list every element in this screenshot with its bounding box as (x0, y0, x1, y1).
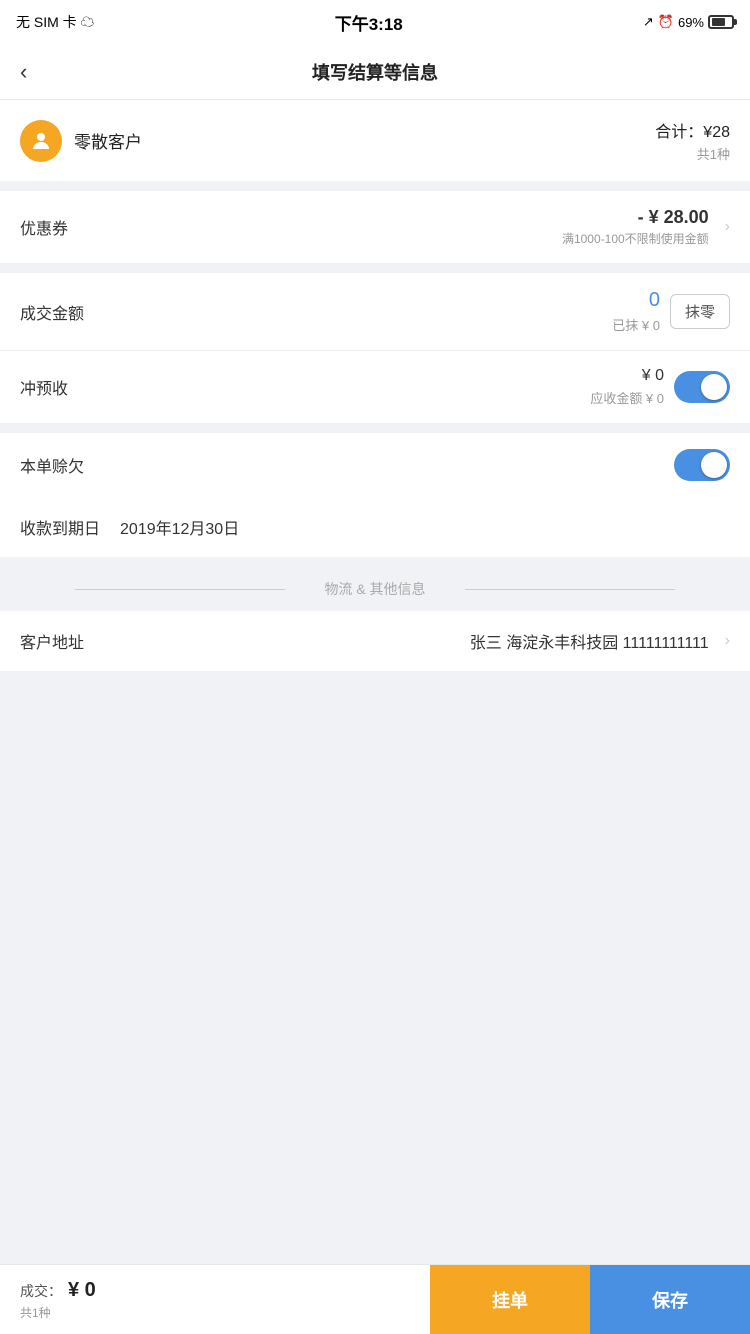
address-value: 张三 海淀永丰科技园 11111111111 (470, 629, 709, 653)
status-time: 下午3:18 (335, 10, 403, 35)
save-button[interactable]: 保存 (590, 1265, 750, 1334)
prepayment-row: 冲预收 ¥ 0 应收金额 ¥ 0 (0, 350, 750, 423)
content-area: 零散客户 合计：¥28 共1种 优惠券 - ¥ 28.00 满1000-100不… (0, 100, 750, 961)
customer-name: 零散客户 (74, 128, 142, 153)
coupon-row[interactable]: 优惠券 - ¥ 28.00 满1000-100不限制使用金额 › (0, 191, 750, 263)
credit-toggle[interactable] (674, 449, 730, 481)
customer-section: 零散客户 合计：¥28 共1种 (0, 100, 750, 181)
bottom-padding (0, 881, 750, 961)
hold-button[interactable]: 挂单 (430, 1265, 590, 1334)
prepayment-amount: ¥ 0 (642, 367, 664, 385)
credit-right (674, 449, 730, 481)
customer-total: 合计：¥28 共1种 (655, 118, 730, 163)
deal-section: 成交金额 已抹 ¥ 0 抹零 冲预收 ¥ 0 应收金额 ¥ 0 (0, 273, 750, 423)
due-date-row: 收款到期日 2019年12月30日 (0, 497, 750, 557)
due-date-label: 收款到期日 (20, 515, 100, 539)
address-chevron-icon: › (725, 632, 730, 650)
logistics-label: 物流 & 其他信息 (324, 581, 425, 597)
footer-deal-amount: ¥ 0 (68, 1279, 96, 1302)
empty-area (0, 681, 750, 881)
status-left: 无 SIM 卡 ☁ (16, 12, 95, 32)
address-label: 客户地址 (20, 629, 84, 653)
prepayment-toggle[interactable] (674, 371, 730, 403)
toggle-knob (701, 374, 727, 400)
coupon-desc: 满1000-100不限制使用金额 (562, 230, 709, 247)
address-section: 客户地址 张三 海淀永丰科技园 11111111111 › (0, 611, 750, 671)
deal-amount-input[interactable] (600, 289, 660, 312)
footer-count: 共1种 (20, 1304, 410, 1321)
address-right: 张三 海淀永丰科技园 11111111111 › (470, 629, 730, 653)
signal-icon: ↗ (643, 14, 654, 30)
footer-info: 成交： ¥ 0 共1种 (0, 1279, 430, 1321)
footer-deal-label: 成交： (20, 1281, 62, 1301)
credit-toggle-knob (701, 452, 727, 478)
logistics-divider: 物流 & 其他信息 (0, 567, 750, 611)
due-date-value: 2019年12月30日 (120, 515, 239, 539)
battery-percent: 69% (678, 15, 704, 30)
status-right: ↗ ⏰ 69% (643, 14, 734, 30)
coupon-amount: - ¥ 28.00 (638, 207, 709, 228)
deal-amount-sub: 已抹 ¥ 0 (612, 315, 660, 334)
round-zero-button[interactable]: 抹零 (670, 294, 730, 329)
battery-icon (708, 15, 734, 29)
credit-row: 本单赊欠 (0, 433, 750, 497)
coupon-right: - ¥ 28.00 满1000-100不限制使用金额 › (562, 207, 730, 247)
customer-left: 零散客户 (20, 120, 142, 162)
prepayment-right: ¥ 0 应收金额 ¥ 0 (590, 367, 730, 407)
total-amount: 合计：¥28 (655, 118, 730, 142)
avatar (20, 120, 62, 162)
prepayment-label: 冲预收 (20, 375, 68, 399)
footer-deal-row: 成交： ¥ 0 (20, 1279, 410, 1302)
deal-amount-right: 已抹 ¥ 0 抹零 (600, 289, 730, 334)
credit-section: 本单赊欠 收款到期日 2019年12月30日 (0, 433, 750, 557)
credit-label: 本单赊欠 (20, 453, 84, 477)
prepayment-col: ¥ 0 应收金额 ¥ 0 (590, 367, 664, 407)
deal-amount-label: 成交金额 (20, 300, 84, 324)
prepayment-sub: 应收金额 ¥ 0 (590, 388, 664, 407)
back-button[interactable]: ‹ (12, 51, 35, 93)
coupon-section: 优惠券 - ¥ 28.00 满1000-100不限制使用金额 › (0, 191, 750, 263)
nav-bar: ‹ 填写结算等信息 (0, 44, 750, 100)
coupon-label: 优惠券 (20, 215, 68, 239)
coupon-chevron-icon: › (725, 218, 730, 236)
footer: 成交： ¥ 0 共1种 挂单 保存 (0, 1264, 750, 1334)
total-count: 共1种 (655, 144, 730, 163)
deal-amount-col: 已抹 ¥ 0 (600, 289, 660, 334)
page-title: 填写结算等信息 (312, 59, 438, 85)
alarm-icon: ⏰ (658, 14, 674, 30)
coupon-col: - ¥ 28.00 满1000-100不限制使用金额 (562, 207, 709, 247)
address-row[interactable]: 客户地址 张三 海淀永丰科技园 11111111111 › (0, 611, 750, 671)
sim-label: 无 SIM 卡 ☁ (16, 12, 95, 32)
deal-amount-row: 成交金额 已抹 ¥ 0 抹零 (0, 273, 750, 350)
status-bar: 无 SIM 卡 ☁ 下午3:18 ↗ ⏰ 69% (0, 0, 750, 44)
customer-row: 零散客户 合计：¥28 共1种 (0, 100, 750, 181)
